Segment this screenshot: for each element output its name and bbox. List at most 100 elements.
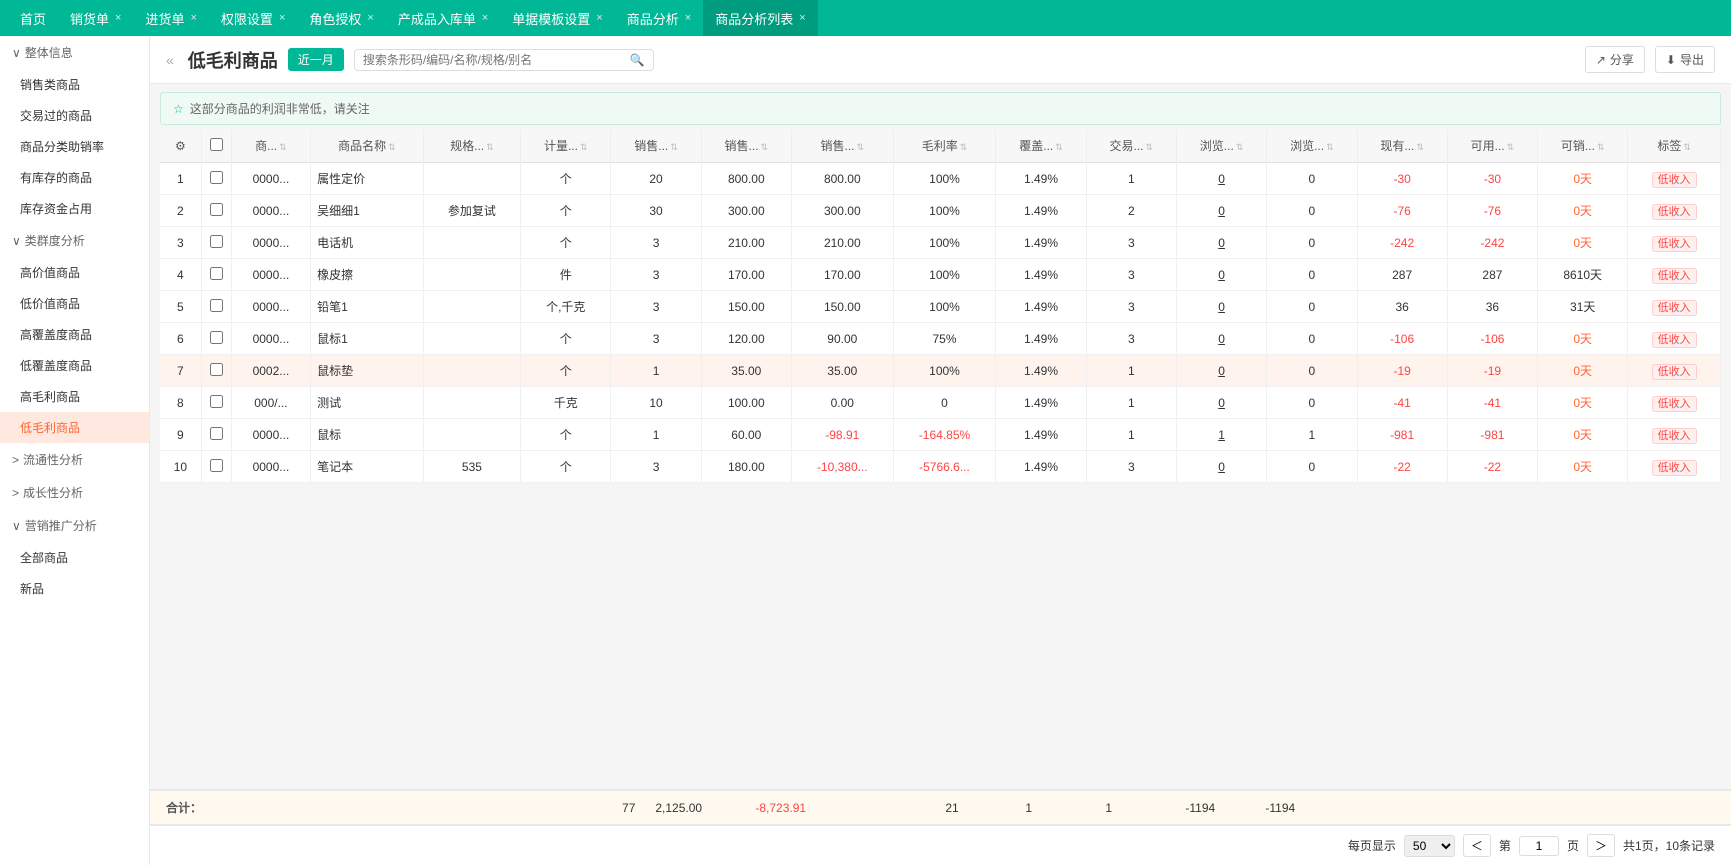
page-label: 第 — [1499, 837, 1511, 854]
sidebar-section-liquidity[interactable]: > 流通性分析 — [0, 443, 149, 476]
sidebar-item-category-sales-rate[interactable]: 商品分类助销率 — [0, 131, 149, 162]
row-sales-price: 60.00 — [701, 419, 791, 451]
table-row: 3 0000... 电话机 个 3 210.00 210.00 100% 1.4… — [160, 227, 1721, 259]
nav-role-auth[interactable]: 角色授权 × — [297, 0, 385, 36]
select-all-checkbox[interactable] — [210, 138, 223, 151]
close-permission-settings-icon[interactable]: × — [279, 12, 285, 24]
close-template-settings-icon[interactable]: × — [596, 12, 602, 24]
row-gross-margin: 100% — [893, 259, 996, 291]
row-view2: 1 — [1267, 419, 1357, 451]
row-code: 0000... — [231, 227, 310, 259]
nav-permission-settings[interactable]: 权限设置 × — [209, 0, 297, 36]
row-checkbox[interactable] — [210, 363, 223, 376]
search-input[interactable] — [363, 53, 630, 67]
header-actions: ↗ 分享 ⬇ 导出 — [1585, 46, 1715, 73]
sidebar-section-overview[interactable]: ∨ 整体信息 — [0, 36, 149, 69]
sidebar-item-traded-products[interactable]: 交易过的商品 — [0, 100, 149, 131]
export-button[interactable]: ⬇ 导出 — [1655, 46, 1715, 73]
row-checkbox[interactable] — [210, 459, 223, 472]
row-tag: 低收入 — [1628, 259, 1721, 291]
current-page-input[interactable] — [1519, 836, 1559, 856]
col-settings[interactable]: ⚙ — [160, 129, 201, 163]
sidebar-item-all-products[interactable]: 全部商品 — [0, 542, 149, 573]
row-no: 2 — [160, 195, 201, 227]
nav-product-analysis-list[interactable]: 商品分析列表 × — [703, 0, 817, 36]
total-pages-info: 共1页，10条记录 — [1623, 837, 1715, 854]
per-page-label: 每页显示 — [1348, 837, 1396, 854]
section-arrow-marketing: ∨ — [12, 519, 21, 533]
row-checkbox[interactable] — [210, 331, 223, 344]
row-checkbox[interactable] — [210, 235, 223, 248]
row-checkbox[interactable] — [210, 267, 223, 280]
nav-template-settings[interactable]: 单据模板设置 × — [500, 0, 614, 36]
row-sales-price: 120.00 — [701, 323, 791, 355]
row-checkbox[interactable] — [210, 203, 223, 216]
close-product-inbound-icon[interactable]: × — [482, 12, 488, 24]
sidebar-item-high-coverage[interactable]: 高覆盖度商品 — [0, 319, 149, 350]
row-available: -106 — [1447, 323, 1537, 355]
row-checkbox[interactable] — [210, 171, 223, 184]
row-no: 10 — [160, 451, 201, 483]
sidebar-item-stocked-products[interactable]: 有库存的商品 — [0, 162, 149, 193]
row-checkbox[interactable] — [210, 299, 223, 312]
sidebar-item-new-products[interactable]: 新品 — [0, 573, 149, 604]
row-sales-qty: 10 — [611, 387, 701, 419]
search-icon[interactable]: 🔍 — [630, 53, 645, 67]
close-purchase-order-icon[interactable]: × — [190, 12, 196, 24]
sidebar-section-marketing[interactable]: ∨ 营销推广分析 — [0, 509, 149, 542]
total-current-stock: -1194 — [1185, 801, 1245, 815]
row-view2: 0 — [1267, 451, 1357, 483]
per-page-select[interactable]: 50 20 100 — [1404, 835, 1455, 857]
sidebar-section-growth[interactable]: > 成长性分析 — [0, 476, 149, 509]
row-checkbox[interactable] — [210, 427, 223, 440]
close-product-analysis-icon[interactable]: × — [685, 12, 691, 24]
close-sales-order-icon[interactable]: × — [115, 12, 121, 24]
sidebar-collapse-btn[interactable]: « — [166, 52, 174, 68]
sidebar-item-low-coverage[interactable]: 低覆盖度商品 — [0, 350, 149, 381]
row-code: 0000... — [231, 419, 310, 451]
row-no: 6 — [160, 323, 201, 355]
sidebar-section-cluster[interactable]: ∨ 类群度分析 — [0, 224, 149, 257]
row-sales-qty: 1 — [611, 355, 701, 387]
sidebar-item-high-margin[interactable]: 高毛利商品 — [0, 381, 149, 412]
row-checkbox-cell — [201, 387, 231, 419]
row-spec: 参加复试 — [423, 195, 520, 227]
nav-product-analysis[interactable]: 商品分析 × — [615, 0, 703, 36]
sidebar-item-stock-capital[interactable]: 库存资金占用 — [0, 193, 149, 224]
sidebar-item-low-value[interactable]: 低价值商品 — [0, 288, 149, 319]
col-trade-count: 交易...⇅ — [1086, 129, 1176, 163]
nav-product-inbound[interactable]: 产成品入库单 × — [386, 0, 500, 36]
sidebar-item-high-value[interactable]: 高价值商品 — [0, 257, 149, 288]
row-available: -242 — [1447, 227, 1537, 259]
close-product-analysis-list-icon[interactable]: × — [799, 12, 805, 24]
nav-home[interactable]: 首页 — [8, 0, 58, 36]
row-sales-amount: 170.00 — [791, 259, 893, 291]
sidebar-item-low-margin[interactable]: 低毛利商品 — [0, 412, 149, 443]
table-row: 7 0002... 鼠标垫 个 1 35.00 35.00 100% 1.49%… — [160, 355, 1721, 387]
row-tag: 低收入 — [1628, 227, 1721, 259]
row-current-stock: -22 — [1357, 451, 1447, 483]
row-sales-amount: 35.00 — [791, 355, 893, 387]
row-checkbox[interactable] — [210, 395, 223, 408]
next-page-button[interactable]: ＞ — [1587, 834, 1615, 857]
row-view1: 0 — [1176, 291, 1266, 323]
row-tag: 低收入 — [1628, 419, 1721, 451]
col-available: 可用...⇅ — [1447, 129, 1537, 163]
row-unit: 个 — [521, 355, 611, 387]
share-button[interactable]: ↗ 分享 — [1585, 46, 1645, 73]
col-view2: 浏览...⇅ — [1267, 129, 1357, 163]
row-trade-count: 3 — [1086, 259, 1176, 291]
close-role-auth-icon[interactable]: × — [367, 12, 373, 24]
row-saleable: 0天 — [1538, 451, 1628, 483]
row-current-stock: -981 — [1357, 419, 1447, 451]
row-spec: 535 — [423, 451, 520, 483]
prev-page-button[interactable]: ＜ — [1463, 834, 1491, 857]
col-saleable: 可销...⇅ — [1538, 129, 1628, 163]
sidebar-item-sales-products[interactable]: 销售类商品 — [0, 69, 149, 100]
row-sales-amount: 300.00 — [791, 195, 893, 227]
col-gross-margin: 毛利率⇅ — [893, 129, 996, 163]
page-title: 低毛利商品 — [188, 47, 278, 73]
filter-period-button[interactable]: 近一月 — [288, 48, 344, 71]
nav-purchase-order[interactable]: 进货单 × — [133, 0, 208, 36]
nav-sales-order[interactable]: 销货单 × — [58, 0, 133, 36]
